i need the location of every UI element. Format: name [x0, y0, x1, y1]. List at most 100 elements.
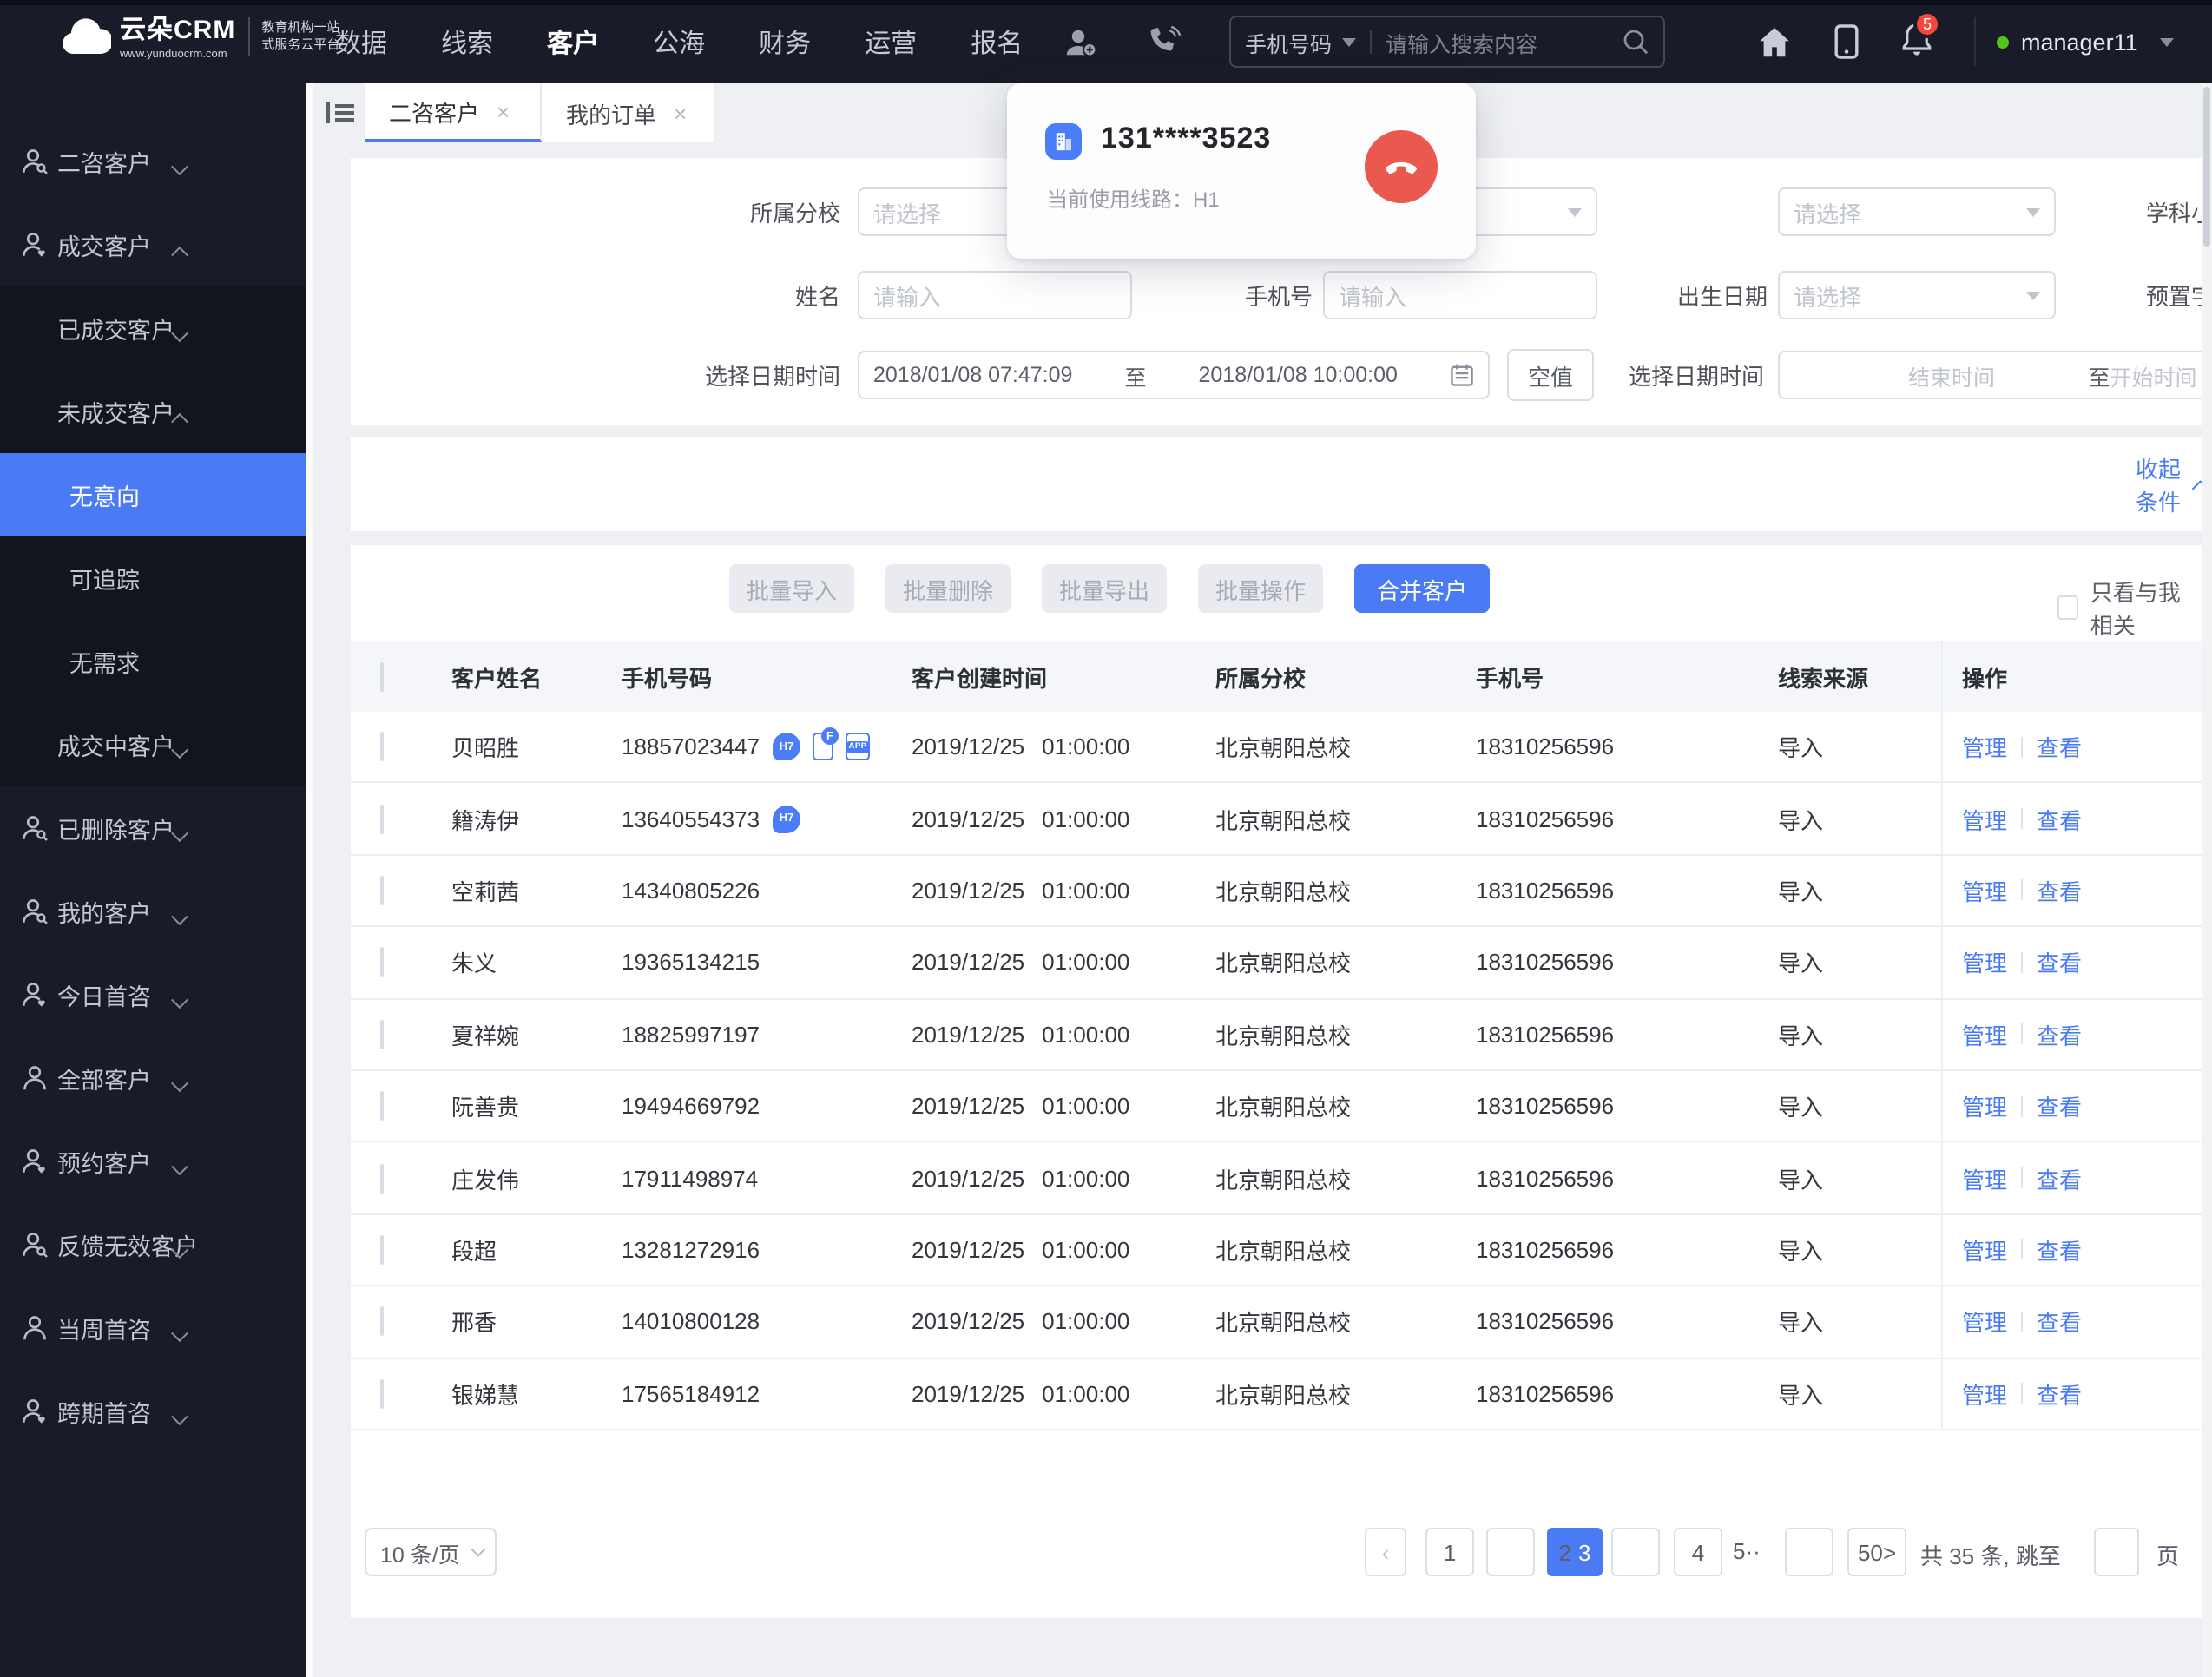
phone-call-icon[interactable] — [1146, 24, 1181, 59]
row-checkbox[interactable] — [380, 875, 384, 905]
nav-item-5[interactable]: 财务 — [759, 23, 811, 60]
batch-button-2[interactable]: 批量删除 — [885, 564, 1011, 613]
nav-item-1[interactable]: 数据 — [335, 23, 387, 60]
manage-link[interactable]: 管理 — [1962, 946, 2007, 979]
search-category[interactable]: 手机号码 — [1245, 25, 1332, 58]
row-checkbox[interactable] — [380, 1378, 384, 1409]
search-icon[interactable] — [1622, 28, 1649, 56]
last-page-button[interactable]: 50 > — [1847, 1528, 1906, 1576]
sidebar-item-1[interactable]: 二咨客户 — [0, 120, 306, 203]
hangup-button[interactable] — [1365, 130, 1438, 203]
nav-item-3[interactable]: 客户 — [547, 23, 599, 60]
user-menu[interactable]: manager11 — [1997, 0, 2175, 83]
datetime-range-picker-2[interactable]: 结束时间 至 开始时间 — [1778, 351, 2212, 399]
row-checkbox[interactable] — [380, 947, 384, 977]
sidebar-item-3[interactable]: 已成交客户 — [0, 286, 306, 370]
row-checkbox[interactable] — [380, 1234, 384, 1265]
merge-customers-button[interactable]: 合并客户 — [1354, 564, 1490, 613]
sidebar-item-13[interactable]: 预约客户 — [0, 1120, 306, 1203]
app-icon[interactable]: APP — [846, 733, 870, 761]
batch-button-3[interactable]: 批量导出 — [1042, 564, 1167, 613]
view-link[interactable]: 查看 — [2037, 1378, 2082, 1411]
only-mine-toggle[interactable]: 只看与我相关 — [2057, 575, 2202, 641]
jump-page-input[interactable] — [2094, 1528, 2139, 1576]
datetime-range-picker[interactable]: 2018/01/08 07:47:09 至 2018/01/08 10:00:0… — [858, 351, 1490, 399]
notification-badge: 5 — [1913, 10, 1941, 38]
sidebar-item-4[interactable]: 未成交客户 — [0, 370, 306, 453]
collapse-conditions-link[interactable]: 收起条件 — [2136, 451, 2205, 517]
view-link[interactable]: 查看 — [2037, 874, 2082, 907]
row-checkbox[interactable] — [380, 1091, 384, 1121]
manage-link[interactable]: 管理 — [1962, 802, 2007, 835]
view-link[interactable]: 查看 — [2037, 1305, 2082, 1338]
sidebar-item-15[interactable]: 当周首咨 — [0, 1286, 306, 1370]
add-person-icon[interactable] — [1063, 24, 1097, 59]
home-icon[interactable] — [1757, 24, 1792, 59]
sidebar-item-10[interactable]: 我的客户 — [0, 870, 306, 953]
nav-item-6[interactable]: 运营 — [865, 23, 917, 60]
page-button-1[interactable]: 1 — [1425, 1528, 1474, 1576]
lead-source: 导入 — [1778, 1310, 1824, 1337]
sidebar-item-2[interactable]: 成交客户 — [0, 203, 306, 286]
view-link[interactable]: 查看 — [2037, 802, 2082, 835]
batch-button-4[interactable]: 批量操作 — [1198, 564, 1323, 613]
view-link[interactable]: 查看 — [2037, 1018, 2082, 1051]
row-checkbox[interactable] — [380, 732, 384, 762]
page-button-active[interactable]: 23 — [1547, 1528, 1603, 1576]
page-button-blank[interactable] — [1611, 1528, 1660, 1576]
tab-my-orders[interactable]: 我的订单 × — [542, 83, 715, 142]
only-mine-checkbox[interactable] — [2057, 595, 2078, 620]
page-size-select[interactable]: 10 条/页 — [365, 1528, 497, 1576]
nav-item-2[interactable]: 线索 — [441, 23, 493, 60]
row-checkbox[interactable] — [380, 1019, 384, 1049]
close-tab-icon[interactable]: × — [497, 98, 510, 124]
manage-link[interactable]: 管理 — [1962, 1089, 2007, 1122]
sidebar-item-6[interactable]: 可追踪 — [0, 536, 306, 620]
tab-secondary-customers[interactable]: 二咨客户 × — [365, 83, 542, 142]
scrollbar-thumb[interactable] — [2203, 87, 2210, 247]
notification-bell-icon[interactable]: 5 — [1899, 10, 1941, 57]
view-link[interactable]: 查看 — [2037, 730, 2082, 763]
row-checkbox[interactable] — [380, 1163, 384, 1194]
sidebar-item-14[interactable]: 反馈无效客户 — [0, 1203, 306, 1286]
row-checkbox[interactable] — [380, 1306, 384, 1337]
page-scrollbar[interactable] — [2202, 83, 2212, 1677]
manage-link[interactable]: 管理 — [1962, 1378, 2007, 1411]
sidebar-item-9[interactable]: 已删除客户 — [0, 786, 306, 870]
sidebar-item-16[interactable]: 跨期首咨 — [0, 1370, 306, 1453]
search-input[interactable]: 请输入搜索内容 — [1386, 25, 1622, 58]
sidebar-item-7[interactable]: 无需求 — [0, 620, 306, 703]
branch: 北京朝阳总校 — [1215, 1167, 1352, 1194]
manage-link[interactable]: 管理 — [1962, 874, 2007, 907]
mobile-icon[interactable] — [1828, 24, 1863, 59]
batch-button-1[interactable]: 批量导入 — [729, 564, 854, 613]
phone-f-icon[interactable]: F — [813, 727, 839, 761]
sidebar-scroll-gutter[interactable] — [306, 83, 313, 1677]
manage-link[interactable]: 管理 — [1962, 1018, 2007, 1051]
view-link[interactable]: 查看 — [2037, 1089, 2082, 1122]
manage-link[interactable]: 管理 — [1962, 1305, 2007, 1338]
sidebar-item-11[interactable]: 今日首咨 — [0, 953, 306, 1036]
global-search[interactable]: 手机号码 请输入搜索内容 — [1229, 16, 1665, 68]
page-button-blank[interactable] — [1486, 1528, 1535, 1576]
view-link[interactable]: 查看 — [2037, 1161, 2082, 1194]
manage-link[interactable]: 管理 — [1962, 1161, 2007, 1194]
select-all-checkbox[interactable] — [380, 661, 384, 691]
collapse-menu-icon[interactable] — [326, 102, 354, 123]
page-button-4[interactable]: 4 — [1674, 1528, 1722, 1576]
nav-item-4[interactable]: 公海 — [653, 23, 705, 60]
row-checkbox[interactable] — [380, 804, 384, 834]
sidebar-item-8[interactable]: 成交中客户 — [0, 703, 306, 786]
view-link[interactable]: 查看 — [2037, 946, 2082, 979]
nav-item-7[interactable]: 报名 — [971, 23, 1023, 60]
channel-h7-icon[interactable]: H7 — [773, 805, 800, 833]
manage-link[interactable]: 管理 — [1962, 730, 2007, 763]
channel-h7-icon[interactable]: H7 — [773, 733, 800, 761]
sidebar-item-12[interactable]: 全部客户 — [0, 1036, 306, 1120]
view-link[interactable]: 查看 — [2037, 1233, 2082, 1266]
close-tab-icon[interactable]: × — [674, 100, 687, 126]
sidebar-item-5[interactable]: 无意向 — [0, 453, 306, 536]
manage-link[interactable]: 管理 — [1962, 1233, 2007, 1266]
page-button-blank[interactable] — [1785, 1528, 1833, 1576]
prev-page-button[interactable]: ‹ — [1365, 1528, 1406, 1576]
